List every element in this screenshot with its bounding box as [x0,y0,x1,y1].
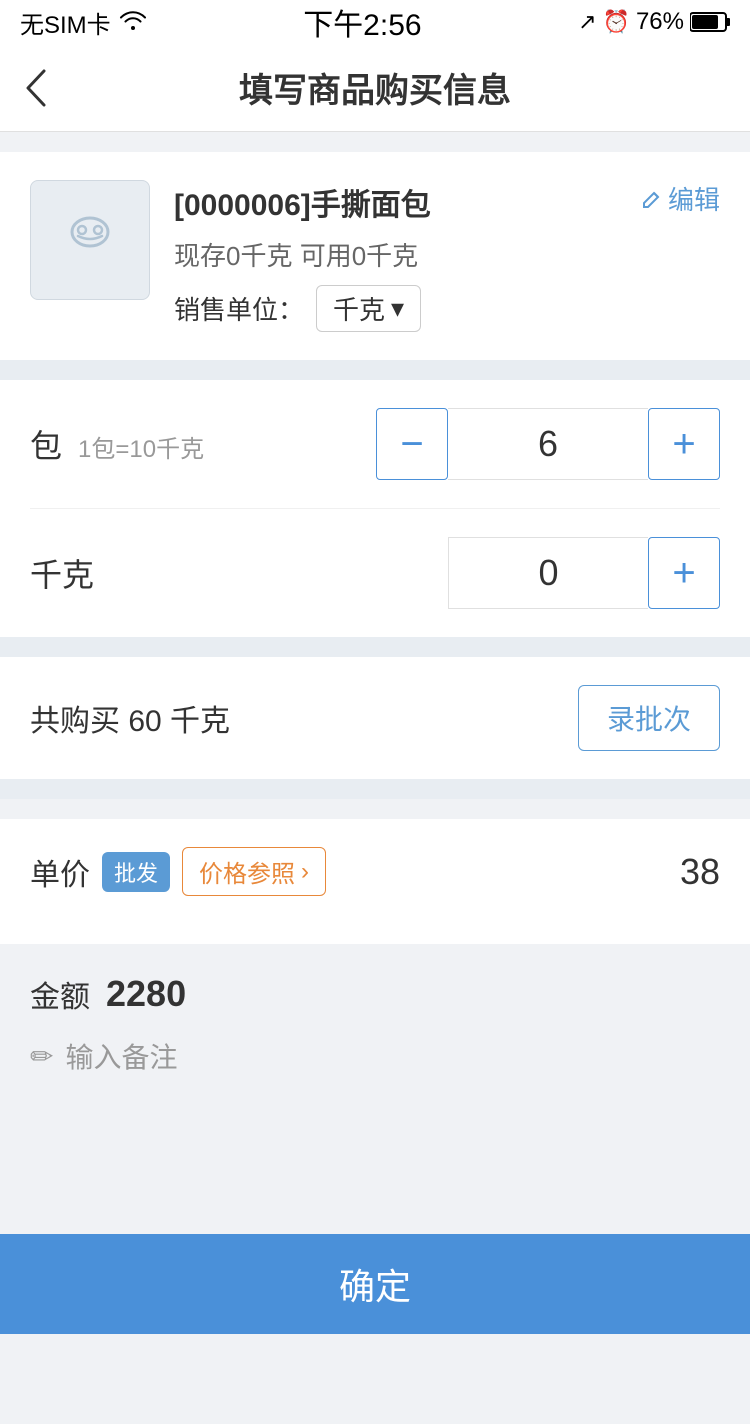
status-right: ↗ ⏰ 76% [578,8,730,36]
price-left: 单价 批发 价格参照 › [30,847,326,896]
bao-label: 包 1包=10千克 [30,421,204,467]
edit-label: 编辑 [668,180,720,217]
price-row: 单价 批发 价格参照 › 38 [30,847,720,896]
price-tag: 批发 [102,852,170,892]
bao-qty-control: − + [376,408,720,480]
price-section: 单价 批发 价格参照 › 38 [0,819,750,944]
confirm-label: 确定 [339,1258,411,1310]
price-value: 38 [680,851,720,893]
location-icon: ↗ [578,9,596,35]
note-icon: ✏ [30,1040,53,1073]
amount-section: 金额 2280 ✏ 输入备注 [0,944,750,1104]
battery-icon [690,11,730,33]
summary-row: 共购买 60 千克 录批次 [0,657,750,779]
nav-bar: 填写商品购买信息 [0,44,750,132]
section-divider-3 [0,779,750,799]
confirm-button[interactable]: 确定 [0,1234,750,1334]
stock-label: 现存0千克 [174,241,292,271]
dropdown-icon: ▾ [391,293,404,324]
battery-label: 76% [636,8,684,36]
kg-label-main: 千克 [30,550,94,596]
carrier-label: 无SIM卡 [20,5,111,40]
available-label: 可用0千克 [300,241,418,271]
status-time: 下午2:56 [303,0,421,44]
kg-increment-button[interactable]: + [648,537,720,609]
kg-qty-input[interactable] [448,537,648,609]
bao-label-sub: 1包=10千克 [78,429,204,464]
product-thumbnail [30,180,150,300]
unit-value: 千克 [333,290,385,327]
status-left: 无SIM卡 [20,5,147,40]
product-name: [0000006]手撕面包 [174,180,720,224]
product-card: [0000006]手撕面包 现存0千克 可用0千克 销售单位： 千克 ▾ 编辑 [0,152,750,360]
product-stock: 现存0千克 可用0千克 [174,236,720,273]
note-placeholder: 输入备注 [65,1036,177,1076]
back-button[interactable] [24,67,48,109]
batch-btn-label: 录批次 [607,704,691,735]
price-ref-button[interactable]: 价格参照 › [182,847,326,896]
batch-button[interactable]: 录批次 [578,685,720,751]
page-title: 填写商品购买信息 [239,63,511,112]
bao-decrement-button[interactable]: − [376,408,448,480]
wifi-icon [119,8,147,37]
amount-row: 金额 2280 [30,972,720,1016]
edit-button[interactable]: 编辑 [640,180,720,217]
summary-text: 共购买 60 千克 [30,696,230,740]
price-ref-label: 价格参照 [199,854,295,889]
bao-quantity-row: 包 1包=10千克 − + [30,380,720,509]
quantity-section: 包 1包=10千克 − + 千克 + [0,380,750,637]
section-divider-2 [0,637,750,657]
bao-label-main: 包 [30,421,62,467]
product-unit-row: 销售单位： 千克 ▾ [174,285,720,332]
unit-select[interactable]: 千克 ▾ [316,285,421,332]
bao-qty-input[interactable] [448,408,648,480]
kg-quantity-row: 千克 + [30,509,720,637]
alarm-icon: ⏰ [603,9,630,35]
product-info: [0000006]手撕面包 现存0千克 可用0千克 销售单位： 千克 ▾ [174,180,720,332]
amount-value: 2280 [106,973,186,1015]
amount-label: 金额 [30,972,90,1016]
bao-increment-button[interactable]: + [648,408,720,480]
price-label: 单价 [30,850,90,894]
section-divider-1 [0,360,750,380]
unit-label: 销售单位： [174,290,304,327]
price-ref-icon: › [301,858,309,886]
status-bar: 无SIM卡 下午2:56 ↗ ⏰ 76% [0,0,750,44]
kg-qty-control: + [448,537,720,609]
note-row[interactable]: ✏ 输入备注 [30,1036,720,1076]
kg-label: 千克 [30,550,94,596]
